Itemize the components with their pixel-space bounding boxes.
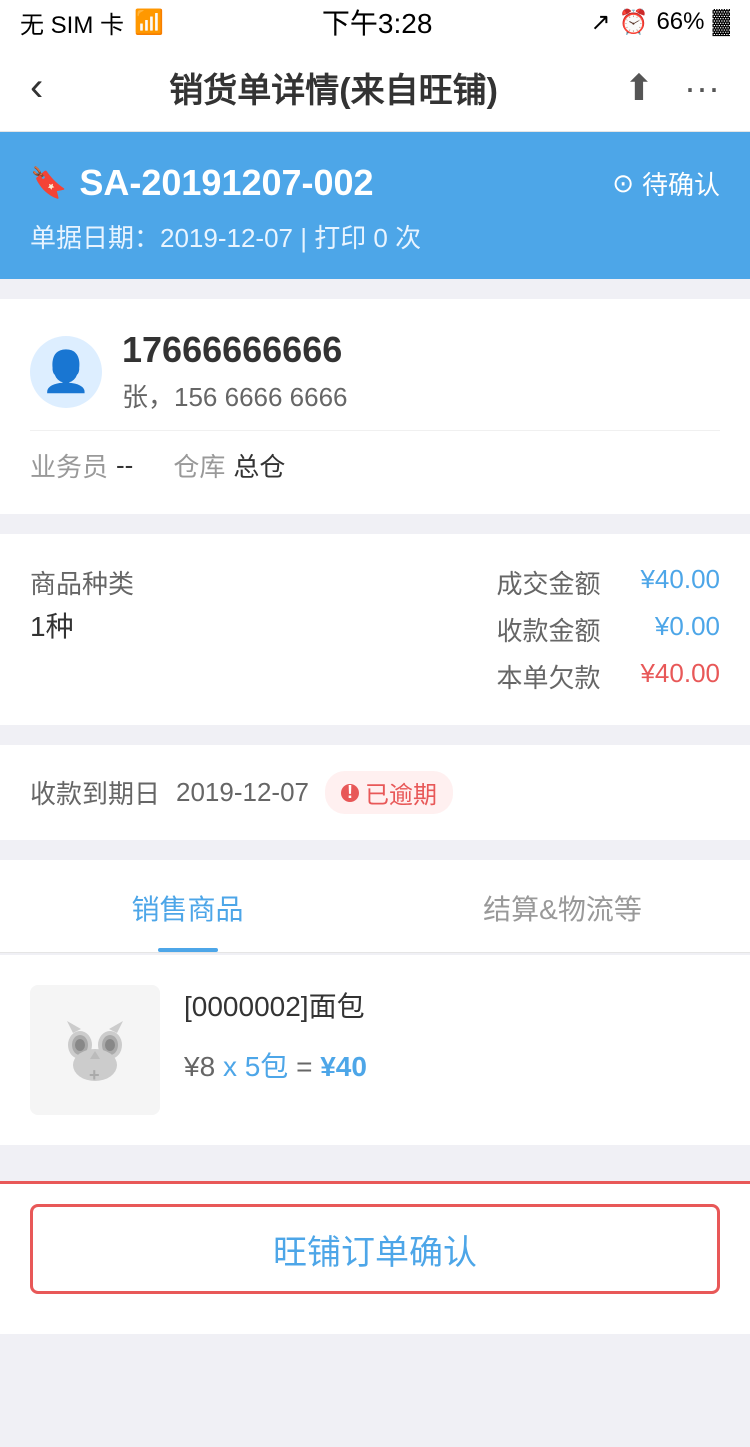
share-icon[interactable]: ⬆ — [624, 67, 654, 109]
overdue-badge: ! 已逾期 — [325, 771, 453, 814]
product-card: + [0000002]面包 ¥8 x 5包 = ¥40 — [0, 955, 750, 1145]
status-badge: ⊙ 待确认 — [612, 165, 720, 202]
deal-amount-row: 成交金额 ¥40.00 — [496, 564, 720, 601]
tab-sales-products[interactable]: 销售商品 — [0, 860, 375, 952]
nav-actions: ⬆ ··· — [624, 67, 720, 109]
due-date-card: 收款到期日 2019-12-07 ! 已逾期 — [0, 745, 750, 840]
order-id-icon: 🔖 — [30, 166, 67, 201]
wifi-icon: 📶 — [134, 8, 164, 37]
tabs-container: 销售商品 结算&物流等 — [0, 860, 750, 953]
product-logo-svg: + — [55, 1015, 135, 1085]
product-price: ¥8 x 5包 = ¥40 — [184, 1045, 720, 1085]
bottom-bar: 旺铺订单确认 — [0, 1181, 750, 1334]
status-right: ↗ ⏰ 66% ▓ — [590, 8, 730, 37]
order-id: 🔖 SA-20191207-002 — [30, 162, 374, 204]
customer-card: 👤 17666666666 张，156 6666 6666 业务员 -- 仓库 … — [0, 299, 750, 514]
order-date: 单据日期：2019-12-07 | 打印 0 次 — [30, 218, 720, 255]
tab-settlement[interactable]: 结算&物流等 — [375, 860, 750, 952]
product-info: [0000002]面包 ¥8 x 5包 = ¥40 — [184, 985, 720, 1115]
customer-sub: 张，156 6666 6666 — [122, 377, 348, 414]
product-type: 商品种类 1种 — [30, 564, 134, 645]
header-card: 🔖 SA-20191207-002 ⊙ 待确认 单据日期：2019-12-07 … — [0, 132, 750, 279]
svg-text:+: + — [89, 1065, 100, 1085]
status-carrier: 无 SIM 卡 📶 — [20, 5, 164, 40]
tabs-row: 销售商品 结算&物流等 — [0, 860, 750, 953]
page-title: 销货单详情(来自旺铺) — [169, 63, 498, 112]
confirm-order-button[interactable]: 旺铺订单确认 — [30, 1204, 720, 1294]
due-date: 2019-12-07 — [176, 777, 309, 808]
status-time: 下午3:28 — [322, 2, 433, 42]
avatar: 👤 — [30, 336, 102, 408]
amounts: 成交金额 ¥40.00 收款金额 ¥0.00 本单欠款 ¥40.00 — [496, 564, 720, 695]
alarm-icon: ⏰ — [619, 8, 649, 37]
customer-meta: 业务员 -- 仓库 总仓 — [30, 430, 720, 484]
product-thumbnail: + — [30, 985, 160, 1115]
owed-amount-row: 本单欠款 ¥40.00 — [496, 658, 720, 695]
nav-bar: ‹ 销货单详情(来自旺铺) ⬆ ··· — [0, 44, 750, 132]
status-bar: 无 SIM 卡 📶 下午3:28 ↗ ⏰ 66% ▓ — [0, 0, 750, 44]
location-icon: ↗ — [590, 8, 610, 37]
warehouse-field: 仓库 总仓 — [173, 447, 285, 484]
more-icon[interactable]: ··· — [684, 67, 720, 109]
avatar-icon: 👤 — [41, 348, 91, 395]
summary-card: 商品种类 1种 成交金额 ¥40.00 收款金额 ¥0.00 本单欠款 ¥40.… — [0, 534, 750, 725]
received-amount-row: 收款金额 ¥0.00 — [496, 611, 720, 648]
salesman-field: 业务员 -- — [30, 447, 133, 484]
product-name: [0000002]面包 — [184, 985, 720, 1025]
clock-icon: ⊙ — [612, 168, 634, 199]
overdue-warning-icon: ! — [341, 784, 359, 802]
customer-phone: 17666666666 — [122, 329, 348, 371]
back-button[interactable]: ‹ — [30, 65, 43, 110]
battery-icon: ▓ — [712, 8, 730, 36]
